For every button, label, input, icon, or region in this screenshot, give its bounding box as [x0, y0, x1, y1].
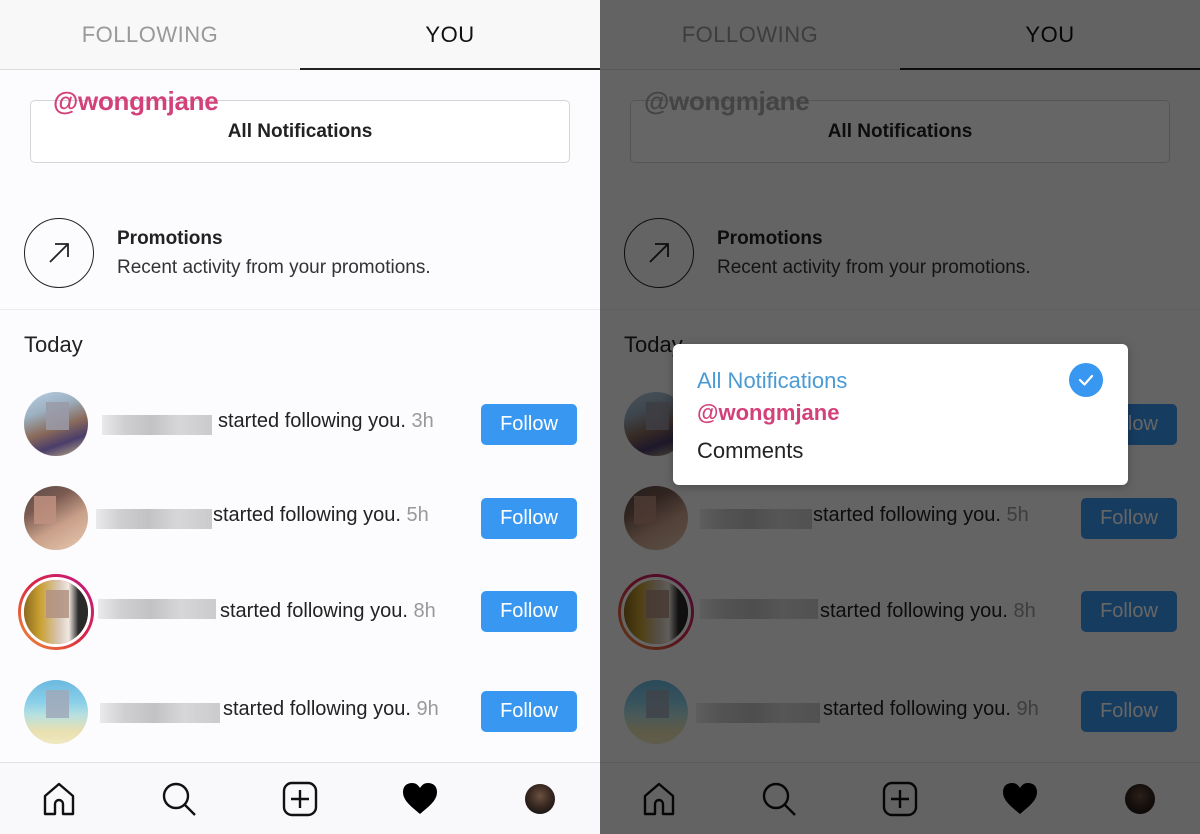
notification-row: started following you. 8h Follow	[0, 574, 600, 650]
avatar[interactable]	[624, 486, 688, 550]
new-post-icon[interactable]	[280, 779, 320, 819]
heart-icon[interactable]	[400, 779, 440, 819]
promotions-row[interactable]: Promotions Recent activity from your pro…	[0, 216, 600, 310]
promotions-row[interactable]: Promotions Recent activity from your pro…	[600, 216, 1200, 310]
avatar-with-story-ring[interactable]	[18, 574, 94, 650]
tab-following[interactable]: FOLLOWING	[0, 0, 300, 69]
tab-you[interactable]: YOU	[300, 0, 600, 70]
checkmark-icon	[1069, 363, 1103, 397]
home-icon[interactable]	[39, 779, 79, 819]
avatar[interactable]	[24, 486, 88, 550]
promotions-title: Promotions	[117, 228, 223, 249]
username-blurred[interactable]	[102, 415, 212, 435]
follow-button[interactable]: Follow	[481, 691, 577, 732]
notification-row: started following you. 9h Follow	[600, 678, 1200, 748]
notification-time: 9h	[416, 698, 439, 720]
profile-avatar[interactable]	[520, 779, 560, 819]
arrow-up-right-icon	[24, 218, 94, 288]
username-blurred[interactable]	[98, 599, 216, 619]
notification-time: 8h	[1013, 600, 1036, 622]
notification-row: started following you. 8h Follow	[600, 574, 1200, 650]
notification-text: started following you.	[823, 698, 1011, 720]
watermark: @wongmjane	[644, 86, 810, 116]
notification-text: started following you.	[223, 698, 411, 720]
follow-button[interactable]: Follow	[481, 591, 577, 632]
follow-button[interactable]: Follow	[1081, 498, 1177, 539]
avatar-with-story-ring[interactable]	[618, 574, 694, 650]
bottom-navigation	[600, 762, 1200, 834]
activity-tabs: FOLLOWING YOU	[600, 0, 1200, 70]
profile-avatar[interactable]	[1120, 779, 1160, 819]
notification-row: started following you. 3h Follow	[0, 390, 600, 460]
search-icon[interactable]	[159, 779, 199, 819]
tab-following[interactable]: FOLLOWING	[600, 0, 900, 69]
arrow-up-right-icon	[624, 218, 694, 288]
activity-tabs: FOLLOWING YOU	[0, 0, 600, 70]
section-title-today: Today	[24, 332, 83, 357]
watermark: @wongmjane	[697, 400, 840, 425]
filter-selected-label: All Notifications	[827, 120, 973, 142]
username-blurred[interactable]	[696, 703, 820, 723]
promotions-subtitle: Recent activity from your promotions.	[117, 257, 431, 278]
follow-button[interactable]: Follow	[481, 498, 577, 539]
notification-text: started following you.	[213, 504, 401, 526]
avatar[interactable]	[24, 392, 88, 456]
home-icon[interactable]	[639, 779, 679, 819]
follow-button[interactable]: Follow	[481, 404, 577, 445]
notification-text: started following you.	[218, 410, 406, 432]
follow-button[interactable]: Follow	[1081, 691, 1177, 732]
notification-row: started following you. 5h Follow	[600, 484, 1200, 554]
notification-row: started following you. 5h Follow	[0, 484, 600, 554]
new-post-icon[interactable]	[880, 779, 920, 819]
promotions-title: Promotions	[717, 228, 823, 249]
notification-time: 5h	[1006, 504, 1029, 526]
username-blurred[interactable]	[700, 599, 818, 619]
notification-row: started following you. 9h Follow	[0, 678, 600, 748]
heart-icon[interactable]	[1000, 779, 1040, 819]
notification-time: 3h	[411, 410, 434, 432]
username-blurred[interactable]	[700, 509, 812, 529]
promotions-subtitle: Recent activity from your promotions.	[717, 257, 1031, 278]
bottom-navigation	[0, 762, 600, 834]
filter-selected-label: All Notifications	[227, 120, 373, 142]
username-blurred[interactable]	[96, 509, 212, 529]
notification-time: 8h	[413, 600, 436, 622]
notification-text: started following you.	[220, 600, 408, 622]
notifications-screen-default: FOLLOWING YOU All Notifications @wongmja…	[0, 0, 600, 834]
tab-you[interactable]: YOU	[900, 0, 1200, 70]
search-icon[interactable]	[759, 779, 799, 819]
notification-time: 9h	[1016, 698, 1039, 720]
notification-text: started following you.	[813, 504, 1001, 526]
notification-text: started following you.	[820, 600, 1008, 622]
username-blurred[interactable]	[100, 703, 220, 723]
watermark: @wongmjane	[53, 86, 219, 116]
menu-option-comments[interactable]: Comments	[697, 438, 803, 464]
menu-option-all-notifications[interactable]: All Notifications	[697, 368, 847, 394]
avatar[interactable]	[624, 680, 688, 744]
avatar[interactable]	[24, 680, 88, 744]
follow-button[interactable]: Follow	[1081, 591, 1177, 632]
notification-filter-menu: All Notifications @wongmjane Comments	[673, 344, 1128, 485]
notification-time: 5h	[406, 504, 429, 526]
